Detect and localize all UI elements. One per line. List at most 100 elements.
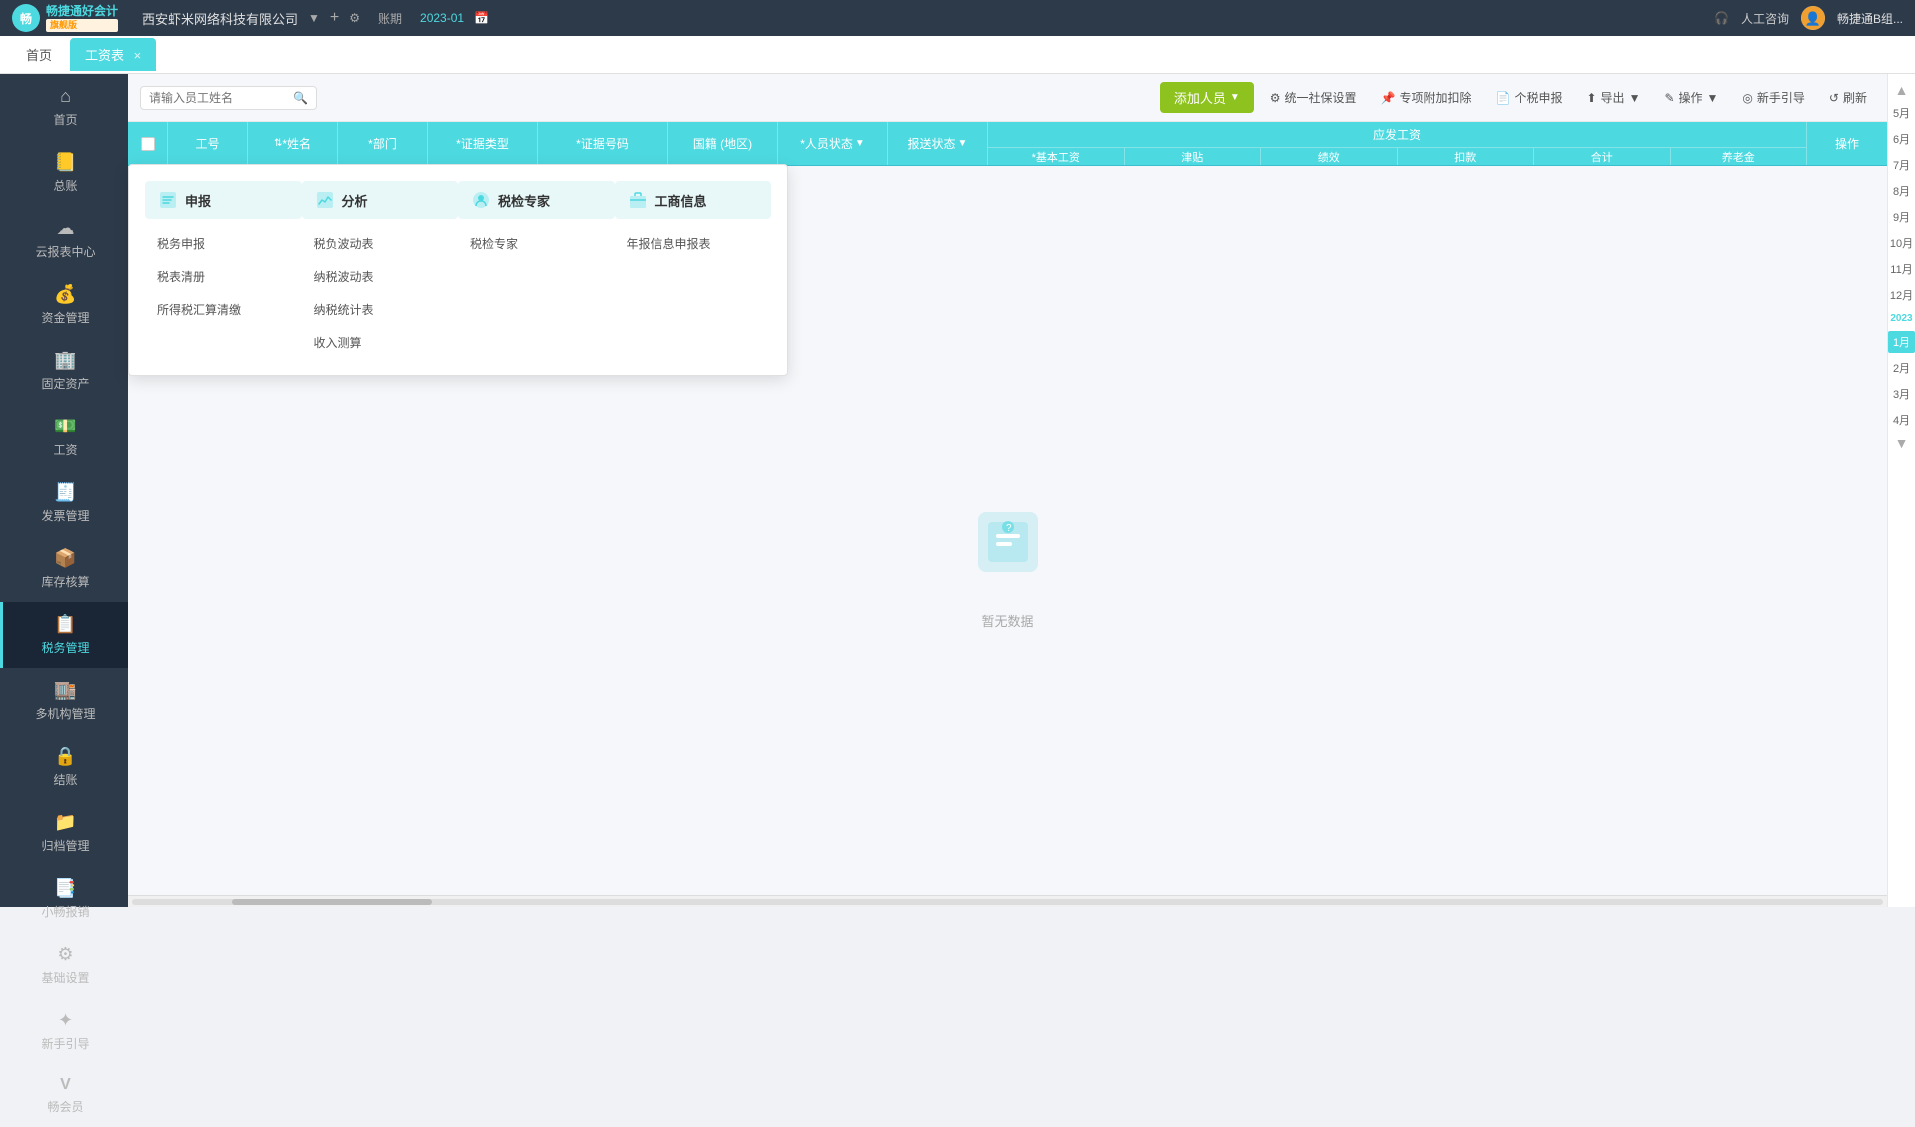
sidebar-item-fund[interactable]: 💰 资金管理 bbox=[0, 272, 128, 338]
declare-icon bbox=[157, 189, 179, 211]
search-icon[interactable]: 🔍 bbox=[293, 91, 308, 105]
menu-item-tax-payment[interactable]: 纳税波动表 bbox=[302, 260, 459, 293]
section-label-expert: 税检专家 bbox=[498, 191, 550, 210]
th-salary-group: 应发工资 *基本工资 津贴 绩效 扣款 合计 bbox=[988, 122, 1807, 165]
month-2[interactable]: 2月 bbox=[1888, 357, 1915, 379]
menu-item-tax-declare[interactable]: 税务申报 bbox=[145, 227, 302, 260]
scrollbar-thumb[interactable] bbox=[232, 899, 432, 905]
search-box: 🔍 bbox=[140, 86, 317, 110]
right-panel-down-btn[interactable]: ▼ bbox=[1895, 435, 1909, 451]
payroll-icon: 💵 bbox=[54, 416, 76, 437]
sidebar-label-guide: 新手引导 bbox=[41, 1035, 89, 1052]
sidebar-item-basic[interactable]: ⚙ 基础设置 bbox=[0, 932, 128, 998]
sidebar-item-member[interactable]: V 畅会员 bbox=[0, 1064, 128, 1127]
operation-icon: ✎ bbox=[1664, 91, 1674, 105]
sidebar-item-home[interactable]: ⌂ 首页 bbox=[0, 74, 128, 140]
month-7[interactable]: 7月 bbox=[1888, 154, 1915, 176]
menu-item-tax-stats[interactable]: 纳税统计表 bbox=[302, 293, 459, 326]
sidebar-item-multi-org[interactable]: 🏬 多机构管理 bbox=[0, 668, 128, 734]
right-panel-up-btn[interactable]: ▲ bbox=[1895, 82, 1909, 98]
menu-item-tax-table[interactable]: 税表清册 bbox=[145, 260, 302, 293]
special-deduction-label: 专项附加扣除 bbox=[1400, 89, 1472, 106]
sidebar-item-guide[interactable]: ✦ 新手引导 bbox=[0, 998, 128, 1064]
sidebar-item-invoice[interactable]: 🧾 发票管理 bbox=[0, 470, 128, 536]
menu-item-income-calc[interactable]: 所得税汇算清缴 bbox=[145, 293, 302, 326]
section-title-business: 工商信息 bbox=[615, 181, 772, 219]
sidebar-label-ledger: 总账 bbox=[53, 177, 77, 194]
sidebar-item-cloud-report[interactable]: ☁ 云报表中心 bbox=[0, 206, 128, 272]
dropdown-section-analysis: 分析 税负波动表 纳税波动表 纳税统计表 收入测算 bbox=[302, 181, 459, 359]
menu-item-tax-fluctuation[interactable]: 税负波动表 bbox=[302, 227, 459, 260]
tab-close-payroll[interactable]: × bbox=[134, 48, 142, 63]
sidebar-item-tax[interactable]: 📋 税务管理 bbox=[0, 602, 128, 668]
sidebar-label-basic: 基础设置 bbox=[41, 969, 89, 986]
add-company-icon[interactable]: + bbox=[330, 9, 339, 27]
export-icon: ⬆ bbox=[1586, 91, 1596, 105]
user-name[interactable]: 畅捷通B组... bbox=[1837, 10, 1903, 27]
special-deduction-btn[interactable]: 📌 专项附加扣除 bbox=[1373, 85, 1480, 110]
settings-icon[interactable]: ⚙ bbox=[349, 11, 360, 25]
guide-circle-icon: ◎ bbox=[1742, 91, 1752, 105]
logo-icon: 畅 bbox=[12, 4, 40, 32]
sidebar-label-cloud: 云报表中心 bbox=[35, 243, 95, 260]
support-icon: 🎧 bbox=[1714, 11, 1729, 25]
personal-tax-btn[interactable]: 📄 个税申报 bbox=[1488, 85, 1571, 110]
sidebar-item-archive[interactable]: 📁 归档管理 bbox=[0, 800, 128, 866]
tab-payroll[interactable]: 工资表 × bbox=[70, 38, 156, 71]
th-id-no-label: *证据号码 bbox=[576, 135, 629, 152]
sidebar-item-inventory[interactable]: 📦 库存核算 bbox=[0, 536, 128, 602]
invoice-icon: 🧾 bbox=[54, 482, 76, 503]
operation-btn[interactable]: ✎ 操作 ▼ bbox=[1656, 85, 1726, 110]
sidebar-item-ledger[interactable]: 📒 总账 bbox=[0, 140, 128, 206]
guide-icon: ✦ bbox=[58, 1010, 73, 1031]
th-report-filter-icon[interactable]: ▼ bbox=[958, 138, 968, 149]
month-11[interactable]: 11月 bbox=[1888, 258, 1915, 280]
tab-home[interactable]: 首页 bbox=[12, 39, 66, 70]
menu-item-income-test[interactable]: 收入测算 bbox=[302, 326, 459, 359]
th-status-filter-icon[interactable]: ▼ bbox=[855, 138, 865, 149]
refresh-btn[interactable]: ↺ 刷新 bbox=[1821, 85, 1875, 110]
sidebar-label-fund: 资金管理 bbox=[41, 309, 89, 326]
month-6[interactable]: 6月 bbox=[1888, 128, 1915, 150]
sidebar-item-close[interactable]: 🔒 结账 bbox=[0, 734, 128, 800]
sidebar-item-xiaochang[interactable]: 📑 小畅报销 bbox=[0, 866, 128, 932]
month-3[interactable]: 3月 bbox=[1888, 383, 1915, 405]
sidebar-label-archive: 归档管理 bbox=[41, 837, 89, 854]
refresh-icon: ↺ bbox=[1829, 91, 1839, 105]
sidebar-item-payroll[interactable]: 💵 工资 bbox=[0, 404, 128, 470]
sidebar-label-fixed: 固定资产 bbox=[41, 375, 89, 392]
th-dept: *部门 bbox=[338, 122, 428, 165]
add-employee-button[interactable]: 添加人员 ▼ bbox=[1160, 82, 1254, 113]
search-input[interactable] bbox=[149, 91, 289, 105]
th-allowance: 津贴 bbox=[1125, 148, 1262, 165]
calendar-icon[interactable]: 📅 bbox=[474, 11, 489, 25]
month-4[interactable]: 4月 bbox=[1888, 409, 1915, 431]
th-dept-label: *部门 bbox=[368, 135, 397, 152]
dropdown-section-expert: 税检专家 税检专家 bbox=[458, 181, 615, 359]
guide-btn[interactable]: ◎ 新手引导 bbox=[1734, 85, 1813, 110]
month-10[interactable]: 10月 bbox=[1888, 232, 1915, 254]
sidebar-label-home: 首页 bbox=[53, 111, 77, 128]
section-title-analysis: 分析 bbox=[302, 181, 459, 219]
select-all-checkbox[interactable] bbox=[141, 137, 155, 151]
section-title-declare: 申报 bbox=[145, 181, 302, 219]
company-dropdown-icon[interactable]: ▼ bbox=[308, 11, 320, 25]
export-btn[interactable]: ⬆ 导出 ▼ bbox=[1578, 85, 1648, 110]
support-label[interactable]: 人工咨询 bbox=[1741, 10, 1789, 27]
month-1[interactable]: 1月 bbox=[1888, 331, 1915, 353]
month-9[interactable]: 9月 bbox=[1888, 206, 1915, 228]
th-salary-sub: *基本工资 津贴 绩效 扣款 合计 养老金 bbox=[988, 148, 1806, 165]
social-security-btn[interactable]: ⚙ 统一社保设置 bbox=[1262, 85, 1365, 110]
sidebar-item-fixed-assets[interactable]: 🏢 固定资产 bbox=[0, 338, 128, 404]
th-checkbox[interactable] bbox=[128, 122, 168, 165]
table-header: 工号 ⇅ *姓名 *部门 *证据类型 *证据号码 国籍 (地区) bbox=[128, 122, 1887, 166]
month-12[interactable]: 12月 bbox=[1888, 284, 1915, 306]
th-pension: 养老金 bbox=[1671, 148, 1807, 165]
period-value: 2023-01 bbox=[420, 11, 464, 25]
th-region-label: 国籍 (地区) bbox=[693, 135, 752, 152]
menu-item-annual-report[interactable]: 年报信息申报表 bbox=[615, 227, 772, 260]
menu-item-tax-expert[interactable]: 税检专家 bbox=[458, 227, 615, 260]
horizontal-scrollbar[interactable] bbox=[128, 895, 1887, 907]
month-5[interactable]: 5月 bbox=[1888, 102, 1915, 124]
month-8[interactable]: 8月 bbox=[1888, 180, 1915, 202]
